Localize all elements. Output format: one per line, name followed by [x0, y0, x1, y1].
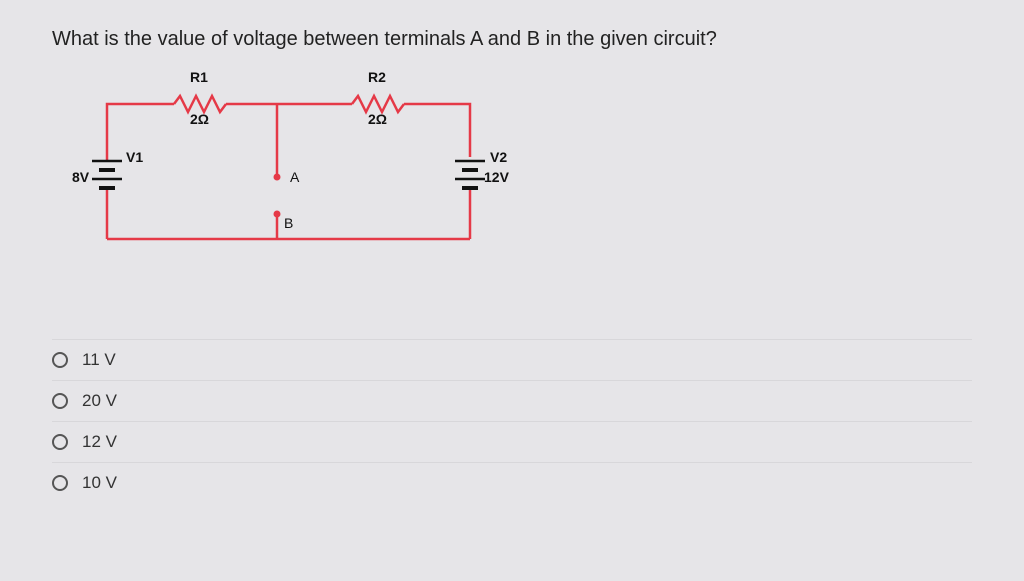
radio-icon[interactable] [52, 475, 68, 491]
option-label: 10 V [82, 473, 117, 493]
v1-name: V1 [126, 149, 143, 165]
v1-value: 8V [72, 169, 89, 185]
circuit-svg [52, 69, 552, 289]
question-text: What is the value of voltage between ter… [52, 28, 972, 51]
radio-icon[interactable] [52, 393, 68, 409]
option-row[interactable]: 10 V [52, 462, 972, 503]
option-row[interactable]: 20 V [52, 380, 972, 421]
radio-icon[interactable] [52, 434, 68, 450]
r1-name: R1 [190, 69, 208, 85]
node-a-label: A [290, 169, 299, 185]
r2-name: R2 [368, 69, 386, 85]
answer-options: 11 V 20 V 12 V 10 V [52, 339, 972, 503]
r2-value: 2Ω [368, 111, 387, 127]
v2-value: 12V [484, 169, 509, 185]
node-b-label: B [284, 215, 293, 231]
r1-value: 2Ω [190, 111, 209, 127]
option-label: 20 V [82, 391, 117, 411]
option-label: 11 V [82, 350, 116, 370]
option-label: 12 V [82, 432, 117, 452]
option-row[interactable]: 12 V [52, 421, 972, 462]
radio-icon[interactable] [52, 352, 68, 368]
circuit-diagram: R1 2Ω R2 2Ω V1 8V V2 12V A B [52, 69, 552, 289]
v2-name: V2 [490, 149, 507, 165]
option-row[interactable]: 11 V [52, 339, 972, 380]
